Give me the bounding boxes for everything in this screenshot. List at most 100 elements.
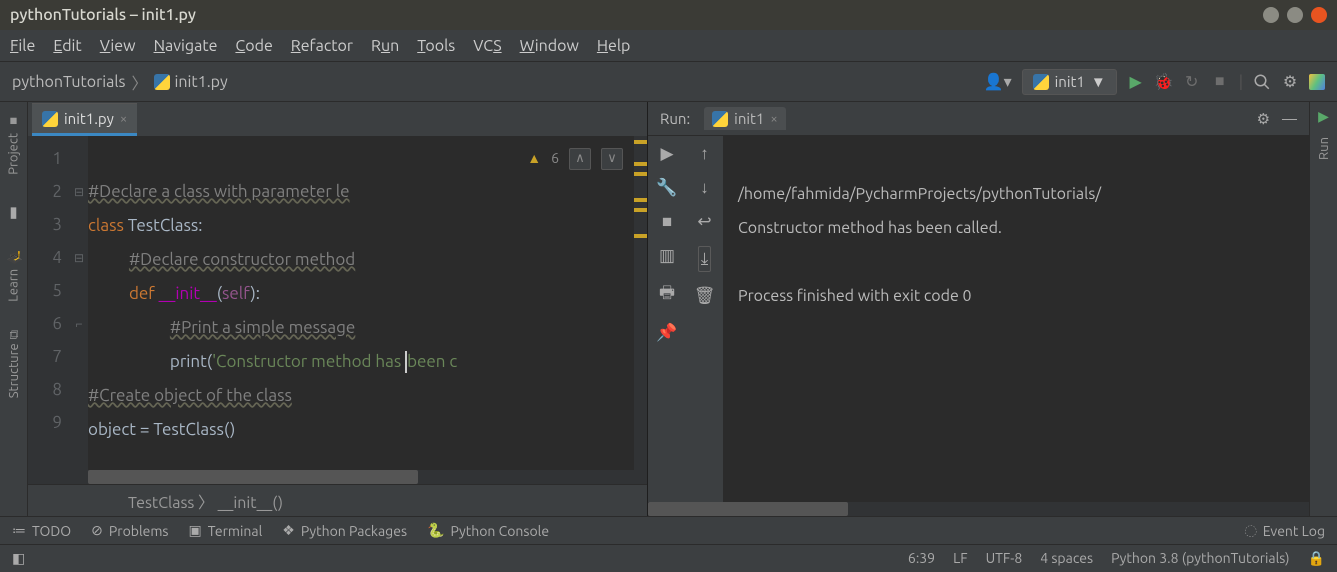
toolbar-right: 👤▾ init1 ▼ ▶ 🐞 ↻ ■ | ⚙ <box>984 69 1325 95</box>
line-number-gutter: 123456789 <box>28 136 70 470</box>
run-header: Run: init1 × ⚙ — <box>648 102 1309 136</box>
menu-navigate[interactable]: Navigate <box>154 37 218 55</box>
close-button[interactable] <box>1311 7 1327 23</box>
menubar: File Edit View Navigate Code Refactor Ru… <box>0 30 1337 62</box>
stop-run-button[interactable]: ■ <box>662 212 672 232</box>
menu-help[interactable]: Help <box>597 37 631 55</box>
prev-highlight-button[interactable]: ∧ <box>569 148 591 170</box>
debug-button[interactable]: 🐞 <box>1155 73 1173 91</box>
down-stack-icon[interactable]: ↓ <box>700 178 709 198</box>
close-tab-icon[interactable]: × <box>120 112 127 126</box>
settings-icon[interactable]: ⚙ <box>1281 73 1299 91</box>
stop-button[interactable]: ■ <box>1211 73 1229 91</box>
bookmarks-icon[interactable]: ▮ <box>7 199 19 225</box>
menu-file[interactable]: File <box>10 37 35 55</box>
maximize-button[interactable] <box>1287 7 1303 23</box>
minimize-run-icon[interactable]: — <box>1282 110 1297 128</box>
tool-tab-structure[interactable]: Structure ⧉ <box>5 326 23 402</box>
status-bar: ◧ 6:39 LF UTF-8 4 spaces Python 3.8 (pyt… <box>0 544 1337 572</box>
tool-python-console[interactable]: 🐍 Python Console <box>427 522 549 539</box>
fold-icon[interactable]: ⊟ <box>70 175 88 208</box>
breadcrumb: pythonTutorials 〉 init1.py <box>12 70 228 94</box>
fold-icon[interactable]: ⊟ <box>70 241 88 274</box>
status-line-separator[interactable]: LF <box>953 550 968 567</box>
code-editor[interactable]: #Declare a class with parameter le class… <box>88 136 633 470</box>
menu-window[interactable]: Window <box>520 37 579 55</box>
python-file-icon <box>42 111 58 127</box>
ide-logo-icon[interactable] <box>1309 74 1325 90</box>
inspection-widget[interactable]: ▲ 6 ∧ ∨ <box>527 142 623 175</box>
window-controls <box>1263 7 1327 23</box>
layout-icon[interactable]: ▥ <box>659 246 675 266</box>
run-configuration-selector[interactable]: init1 ▼ <box>1022 69 1117 95</box>
tool-terminal[interactable]: ▣ Terminal <box>189 522 263 539</box>
fold-gutter: ⊟ ⊟ ⌐ <box>70 136 88 470</box>
run-button[interactable]: ▶ <box>1127 73 1145 91</box>
python-file-icon <box>154 74 170 90</box>
tool-python-packages[interactable]: ❖ Python Packages <box>282 522 407 539</box>
trash-icon[interactable]: 🗑 <box>694 286 716 306</box>
bottom-tool-bar: ≔ TODO ⊘ Problems ▣ Terminal ❖ Python Pa… <box>0 516 1337 544</box>
menu-run[interactable]: Run <box>371 37 399 55</box>
pin-icon[interactable]: 📌 <box>656 323 677 343</box>
run-body: ▶ 🔧 ■ ▥ 🖶 📌 ↑ ↓ ↩ ⤓ 🗑 /home/fahmida/Pych… <box>648 136 1309 502</box>
editor-body: 123456789 ⊟ ⊟ ⌐ #Declare a class with para… <box>28 136 647 470</box>
user-icon[interactable]: 👤▾ <box>984 72 1012 91</box>
right-tool-gutter: ▶ Run <box>1309 102 1337 516</box>
tool-tab-learn[interactable]: Learn 🎓 <box>4 245 23 306</box>
tool-event-log[interactable]: ◌ Event Log <box>1245 523 1325 539</box>
navigation-toolbar: pythonTutorials 〉 init1.py 👤▾ init1 ▼ ▶ … <box>0 62 1337 102</box>
tool-tab-run[interactable]: Run <box>1315 133 1333 164</box>
tool-todo[interactable]: ≔ TODO <box>12 522 71 539</box>
run-with-coverage-button[interactable]: ↻ <box>1183 73 1201 91</box>
fold-end-icon: ⌐ <box>70 307 88 340</box>
menu-edit[interactable]: Edit <box>53 37 81 55</box>
search-icon[interactable] <box>1253 73 1271 91</box>
console-output[interactable]: /home/fahmida/PycharmProjects/pythonTuto… <box>724 136 1309 502</box>
run-tool-window: Run: init1 × ⚙ — ▶ 🔧 ■ ▥ 🖶 📌 <box>648 102 1309 516</box>
menu-vcs[interactable]: VCS <box>473 37 501 55</box>
status-indent[interactable]: 4 spaces <box>1040 550 1093 567</box>
run-indicator-icon[interactable]: ▶ <box>1318 108 1329 125</box>
run-tab[interactable]: init1 × <box>704 107 786 130</box>
print-icon[interactable]: 🖶 <box>659 280 675 309</box>
menu-code[interactable]: Code <box>235 37 272 55</box>
editor-breadcrumb[interactable]: TestClass 〉 __init__() <box>28 484 647 516</box>
menu-refactor[interactable]: Refactor <box>291 37 353 55</box>
menu-view[interactable]: View <box>100 37 136 55</box>
breadcrumb-file[interactable]: init1.py <box>154 73 228 91</box>
run-settings-icon[interactable]: ⚙ <box>1257 110 1270 128</box>
run-title: Run: <box>660 110 690 127</box>
console-horizontal-scrollbar[interactable] <box>648 502 1309 516</box>
editor-tab-init1[interactable]: init1.py × <box>32 103 137 136</box>
up-stack-icon[interactable]: ↑ <box>700 144 709 164</box>
minimize-button[interactable] <box>1263 7 1279 23</box>
rerun-button[interactable]: ▶ <box>660 144 673 164</box>
status-left-icon[interactable]: ◧ <box>12 550 25 567</box>
run-left-toolbar-2: ↑ ↓ ↩ ⤓ 🗑 <box>686 136 724 502</box>
window-title: pythonTutorials – init1.py <box>10 6 196 24</box>
run-left-toolbar: ▶ 🔧 ■ ▥ 🖶 📌 <box>648 136 686 502</box>
warning-icon: ▲ <box>527 142 541 175</box>
scroll-to-end-icon[interactable]: ⤓ <box>698 246 712 272</box>
titlebar: pythonTutorials – init1.py <box>0 0 1337 30</box>
chevron-right-icon: 〉 <box>131 70 147 94</box>
soft-wrap-icon[interactable]: ↩ <box>697 212 711 232</box>
editor-horizontal-scrollbar[interactable] <box>28 470 647 484</box>
editor-tabs: init1.py × <box>28 102 647 136</box>
editor-pane: init1.py × 123456789 ⊟ ⊟ ⌐ #Declare a clas… <box>28 102 648 516</box>
python-file-icon <box>712 111 728 127</box>
status-caret-position[interactable]: 6:39 <box>908 550 935 567</box>
tool-tab-project[interactable]: Project ■ <box>4 110 23 179</box>
status-interpreter[interactable]: Python 3.8 (pythonTutorials) <box>1111 550 1289 567</box>
lock-icon[interactable]: 🔒 <box>1308 550 1325 567</box>
tool-problems[interactable]: ⊘ Problems <box>91 522 168 539</box>
tool-options-icon[interactable]: 🔧 <box>656 178 677 198</box>
status-encoding[interactable]: UTF-8 <box>986 550 1023 567</box>
next-highlight-button[interactable]: ∨ <box>601 148 623 170</box>
left-tool-gutter: Project ■ ▮ Learn 🎓 Structure ⧉ <box>0 102 28 516</box>
breadcrumb-root[interactable]: pythonTutorials <box>12 73 125 91</box>
close-run-tab-icon[interactable]: × <box>770 112 777 126</box>
menu-tools[interactable]: Tools <box>417 37 455 55</box>
error-stripe[interactable] <box>633 136 647 470</box>
